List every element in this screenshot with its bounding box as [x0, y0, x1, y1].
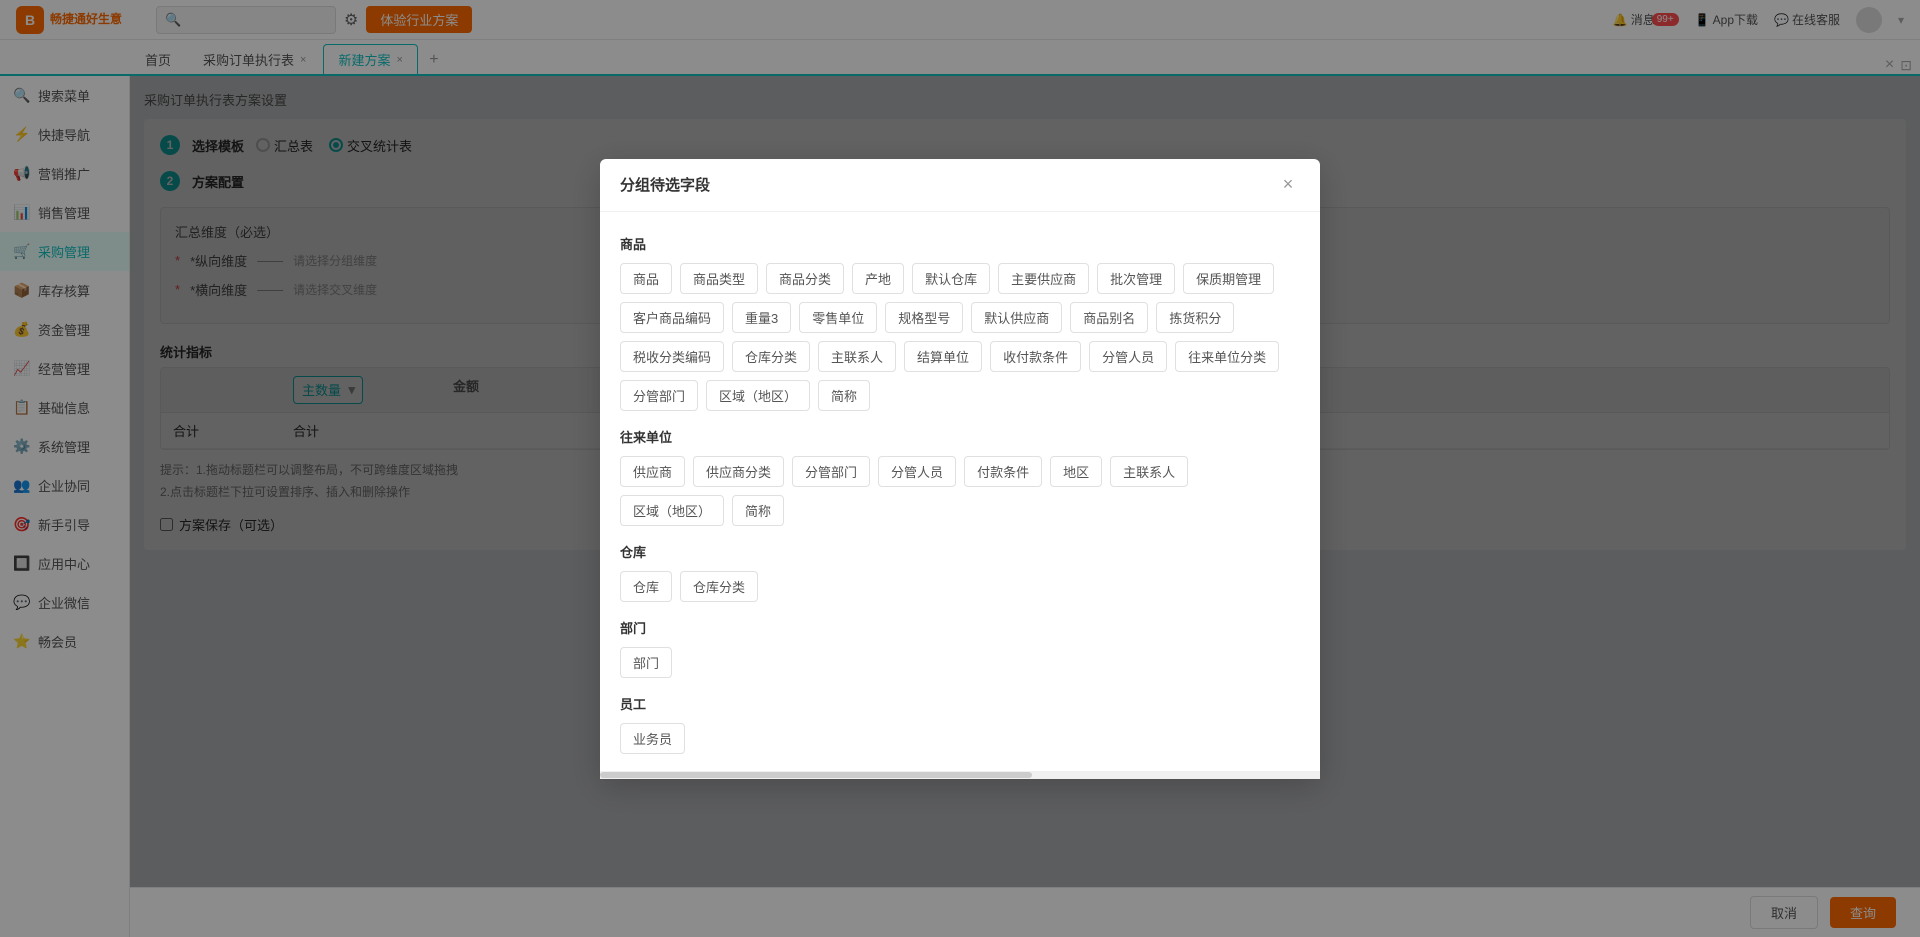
tag-product-0[interactable]: 商品 — [620, 263, 672, 294]
tag-product-11[interactable]: 规格型号 — [885, 302, 963, 333]
tag-product-18[interactable]: 结算单位 — [904, 341, 982, 372]
tag-product-17[interactable]: 主联系人 — [818, 341, 896, 372]
tag-product-16[interactable]: 仓库分类 — [732, 341, 810, 372]
section-title-product: 商品 — [620, 234, 1300, 253]
modal-dialog: 分组待选字段 × 商品 商品 商品类型 商品分类 产地 默认仓库 主要供应商 批… — [600, 159, 1320, 779]
section-title-warehouse: 仓库 — [620, 542, 1300, 561]
tag-cpart-0[interactable]: 供应商 — [620, 456, 685, 487]
tag-product-7[interactable]: 保质期管理 — [1183, 263, 1274, 294]
tag-product-19[interactable]: 收付款条件 — [990, 341, 1081, 372]
tag-product-13[interactable]: 商品别名 — [1070, 302, 1148, 333]
tag-cpart-1[interactable]: 供应商分类 — [693, 456, 784, 487]
tag-grid-employee: 业务员 — [620, 723, 1300, 754]
tag-product-14[interactable]: 拣货积分 — [1156, 302, 1234, 333]
tag-product-5[interactable]: 主要供应商 — [998, 263, 1089, 294]
tag-cpart-8[interactable]: 简称 — [732, 495, 784, 526]
modal-overlay: 分组待选字段 × 商品 商品 商品类型 商品分类 产地 默认仓库 主要供应商 批… — [0, 0, 1920, 937]
tag-wh-0[interactable]: 仓库 — [620, 571, 672, 602]
tag-product-9[interactable]: 重量3 — [732, 302, 791, 333]
tag-product-6[interactable]: 批次管理 — [1097, 263, 1175, 294]
section-title-employee: 员工 — [620, 694, 1300, 713]
tag-cpart-7[interactable]: 区域（地区） — [620, 495, 724, 526]
tag-product-2[interactable]: 商品分类 — [766, 263, 844, 294]
tag-wh-1[interactable]: 仓库分类 — [680, 571, 758, 602]
tag-product-3[interactable]: 产地 — [852, 263, 904, 294]
tag-cpart-4[interactable]: 付款条件 — [964, 456, 1042, 487]
tag-product-8[interactable]: 客户商品编码 — [620, 302, 724, 333]
tag-cpart-2[interactable]: 分管部门 — [792, 456, 870, 487]
tag-cpart-5[interactable]: 地区 — [1050, 456, 1102, 487]
modal-hscroll[interactable] — [600, 771, 1320, 779]
tag-product-4[interactable]: 默认仓库 — [912, 263, 990, 294]
tag-cpart-3[interactable]: 分管人员 — [878, 456, 956, 487]
section-title-counterpart: 往来单位 — [620, 427, 1300, 446]
tag-product-20[interactable]: 分管人员 — [1089, 341, 1167, 372]
tag-product-10[interactable]: 零售单位 — [799, 302, 877, 333]
tag-cpart-6[interactable]: 主联系人 — [1110, 456, 1188, 487]
modal-header: 分组待选字段 × — [600, 159, 1320, 212]
tag-grid-dept: 部门 — [620, 647, 1300, 678]
tag-product-1[interactable]: 商品类型 — [680, 263, 758, 294]
tag-grid-warehouse: 仓库 仓库分类 — [620, 571, 1300, 602]
tag-product-23[interactable]: 区域（地区） — [706, 380, 810, 411]
tag-product-15[interactable]: 税收分类编码 — [620, 341, 724, 372]
modal-hscroll-thumb — [600, 772, 1032, 778]
tag-product-22[interactable]: 分管部门 — [620, 380, 698, 411]
tag-grid-product: 商品 商品类型 商品分类 产地 默认仓库 主要供应商 批次管理 保质期管理 客户… — [620, 263, 1300, 411]
modal-body[interactable]: 商品 商品 商品类型 商品分类 产地 默认仓库 主要供应商 批次管理 保质期管理… — [600, 212, 1320, 771]
section-title-dept: 部门 — [620, 618, 1300, 637]
tag-grid-counterpart: 供应商 供应商分类 分管部门 分管人员 付款条件 地区 主联系人 区域（地区） … — [620, 456, 1300, 526]
tag-product-21[interactable]: 往来单位分类 — [1175, 341, 1279, 372]
modal-close-button[interactable]: × — [1276, 173, 1300, 197]
tag-product-24[interactable]: 简称 — [818, 380, 870, 411]
tag-product-12[interactable]: 默认供应商 — [971, 302, 1062, 333]
modal-title: 分组待选字段 — [620, 174, 710, 195]
tag-emp-0[interactable]: 业务员 — [620, 723, 685, 754]
tag-dept-0[interactable]: 部门 — [620, 647, 672, 678]
